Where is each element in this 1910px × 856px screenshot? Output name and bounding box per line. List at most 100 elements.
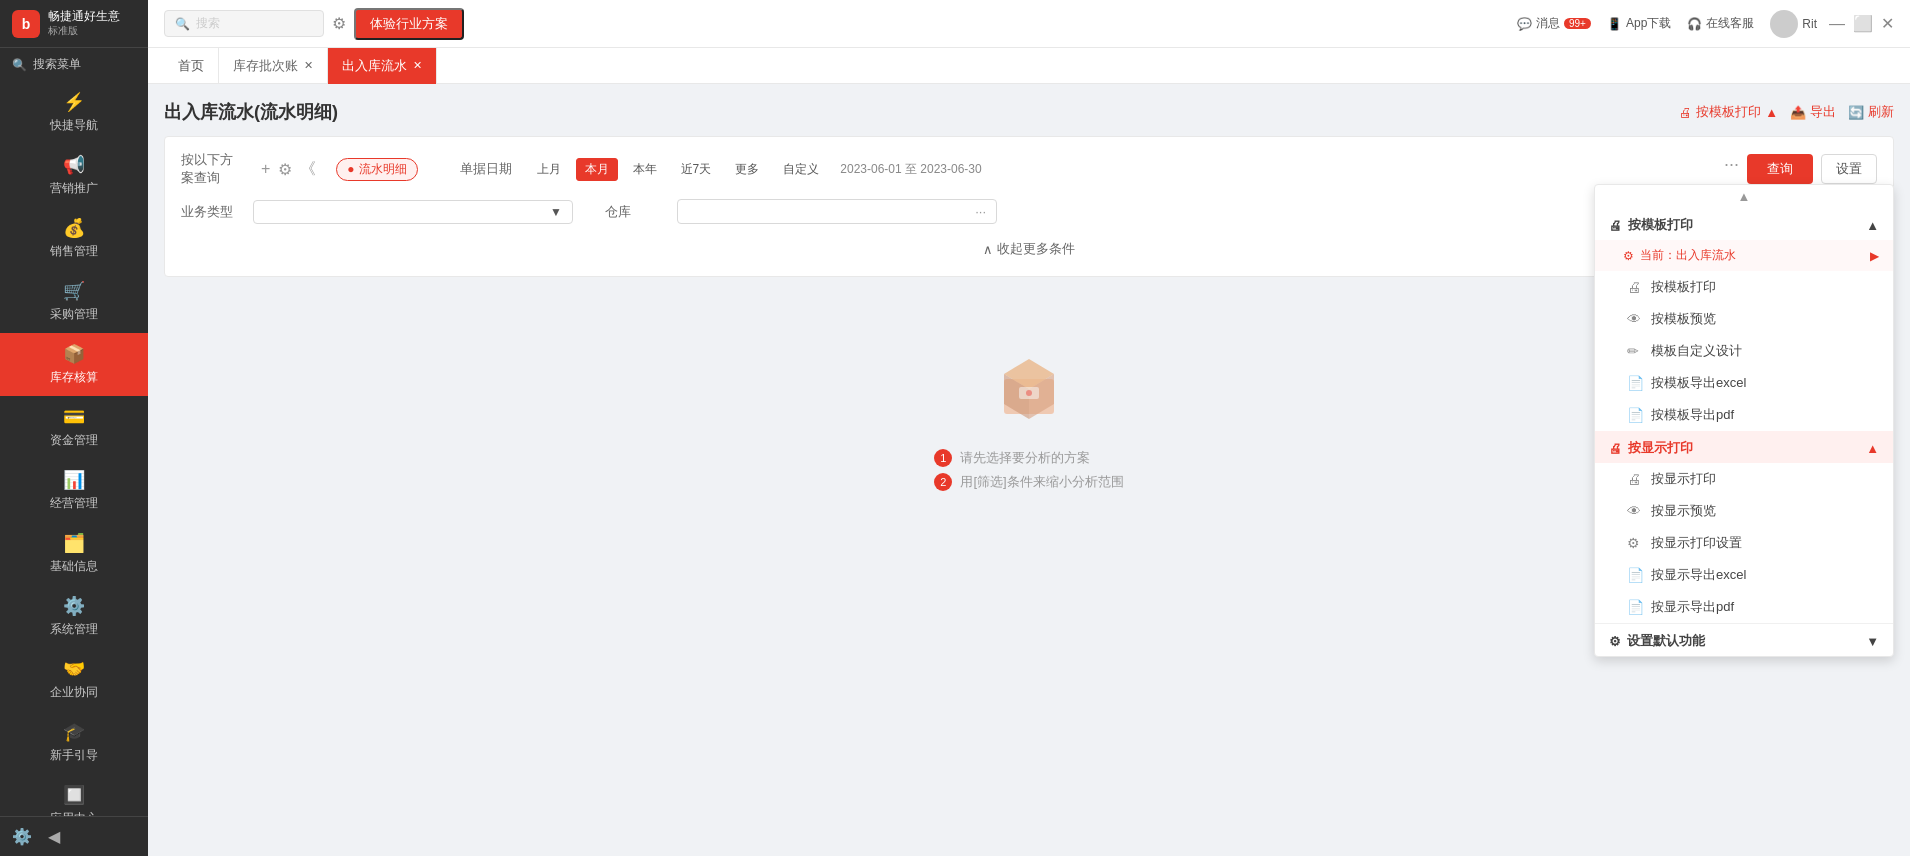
dropdown-item-display-print[interactable]: 🖨 按显示打印 [1595, 463, 1893, 495]
empty-state-icon [989, 349, 1069, 429]
query-button[interactable]: 查询 [1747, 154, 1813, 184]
sidebar-item-inventory[interactable]: 📦 库存核算 [0, 333, 148, 396]
panel-scroll-up[interactable]: ▲ [1595, 185, 1893, 208]
sidebar-nav: ⚡ 快捷导航 📢 营销推广 💰 销售管理 🛒 采购管理 📦 库存核算 💳 资金管… [0, 81, 148, 816]
minimize-button[interactable]: — [1829, 15, 1845, 33]
purchase-icon: 🛒 [63, 280, 85, 302]
sidebar-item-marketing[interactable]: 📢 营销推广 [0, 144, 148, 207]
template-excel-icon: 📄 [1627, 375, 1643, 391]
dropdown-item-template-print[interactable]: 🖨 按模板打印 [1595, 271, 1893, 303]
tab-home[interactable]: 首页 [164, 48, 219, 84]
filter-tags: ● 流水明细 [336, 158, 417, 181]
filter-row-1: 按以下方案查询 + ⚙ 《 ● 流水明细 单据日期 上月 本月 [181, 151, 1877, 187]
sidebar-item-finance[interactable]: 💳 资金管理 [0, 396, 148, 459]
dropdown-item-template-pdf[interactable]: 📄 按模板导出pdf [1595, 399, 1893, 431]
dropdown-item-display-excel[interactable]: 📄 按显示导出excel [1595, 559, 1893, 591]
finance-icon: 💳 [63, 406, 85, 428]
date-btn-this-year[interactable]: 本年 [624, 158, 666, 181]
inventory-icon: 📦 [63, 343, 85, 365]
user-avatar [1770, 10, 1798, 38]
template-preview-icon: 👁 [1627, 311, 1643, 327]
biz-type-select[interactable]: ▼ [253, 200, 573, 224]
dropdown-item-template-preview[interactable]: 👁 按模板预览 [1595, 303, 1893, 335]
warehouse-label: 仓库 [605, 203, 665, 221]
display-print-icon: 🖨 [1627, 471, 1643, 487]
display-print-section-header[interactable]: 🖨 按显示打印 ▲ [1595, 431, 1893, 463]
dropdown-item-display-pdf[interactable]: 📄 按显示导出pdf [1595, 591, 1893, 623]
display-preview-icon: 👁 [1627, 503, 1643, 519]
page-title: 出入库流水(流水明细) [164, 100, 338, 124]
default-function-section-header[interactable]: ⚙ 设置默认功能 ▼ [1595, 623, 1893, 656]
app-download-button[interactable]: 📱 App下载 [1607, 15, 1671, 32]
sidebar: b 畅捷通好生意 标准版 🔍 搜索菜单 ⚡ 快捷导航 📢 营销推广 💰 销售管理… [0, 0, 148, 856]
collapse-icon: ∧ [983, 242, 993, 257]
tab-batch-close[interactable]: ✕ [304, 59, 313, 72]
filter-add-button[interactable]: + [261, 160, 270, 178]
message-button[interactable]: 💬 消息 99+ [1517, 15, 1591, 32]
sidebar-item-purchase[interactable]: 🛒 采购管理 [0, 270, 148, 333]
settings-icon[interactable]: ⚙️ [12, 827, 32, 846]
template-section-icon: 🖨 [1609, 218, 1622, 233]
maximize-button[interactable]: ⬜ [1853, 14, 1873, 33]
sidebar-item-system[interactable]: ⚙️ 系统管理 [0, 585, 148, 648]
filter-tag-flow[interactable]: ● 流水明细 [336, 158, 417, 181]
date-filter: 上月 本月 本年 近7天 更多 自定义 2023-06-01 至 2023-06… [528, 158, 982, 181]
export-button[interactable]: 📤 导出 [1790, 103, 1836, 121]
collapse-sidebar-icon[interactable]: ◀ [48, 827, 60, 846]
download-icon: 📱 [1607, 17, 1622, 31]
close-window-button[interactable]: ✕ [1881, 14, 1894, 33]
date-btn-last-month[interactable]: 上月 [528, 158, 570, 181]
sidebar-item-collab[interactable]: 🤝 企业协同 [0, 648, 148, 711]
topbar-search-icon: 🔍 [175, 17, 190, 31]
print-icon: 🖨 [1679, 105, 1692, 120]
filter-settings-button[interactable]: ⚙ [278, 160, 292, 179]
sidebar-item-guide[interactable]: 🎓 新手引导 [0, 711, 148, 774]
date-btn-custom[interactable]: 自定义 [774, 158, 828, 181]
print-template-button[interactable]: 🖨 按模板打印 ▲ [1679, 103, 1778, 121]
settings-button[interactable]: 设置 [1821, 154, 1877, 184]
sidebar-item-quicknav[interactable]: ⚡ 快捷导航 [0, 81, 148, 144]
date-btn-7days[interactable]: 近7天 [672, 158, 721, 181]
tab-flow[interactable]: 出入库流水 ✕ [328, 48, 437, 84]
system-icon: ⚙️ [63, 595, 85, 617]
sidebar-item-sales[interactable]: 💰 销售管理 [0, 207, 148, 270]
template-print-section-header[interactable]: 🖨 按模板打印 ▲ [1595, 208, 1893, 240]
user-menu[interactable]: Rit [1770, 10, 1817, 38]
topbar-gear-icon[interactable]: ⚙ [332, 14, 346, 33]
default-function-icon: ⚙ [1609, 634, 1621, 649]
svg-point-5 [1026, 390, 1032, 396]
refresh-button[interactable]: 🔄 刷新 [1848, 103, 1894, 121]
filter-expand-button[interactable]: 《 [300, 159, 316, 180]
date-label: 单据日期 [460, 160, 520, 178]
online-service-button[interactable]: 🎧 在线客服 [1687, 15, 1754, 32]
dropdown-item-template-custom[interactable]: ✏ 模板自定义设计 [1595, 335, 1893, 367]
query-settings-buttons: ··· 查询 设置 [1724, 154, 1877, 184]
date-btn-this-month[interactable]: 本月 [576, 158, 618, 181]
sidebar-item-operations[interactable]: 📊 经营管理 [0, 459, 148, 522]
sidebar-search[interactable]: 🔍 搜索菜单 [0, 48, 148, 81]
tabbar: 首页 库存批次账 ✕ 出入库流水 ✕ [148, 48, 1910, 84]
date-range-display: 2023-06-01 至 2023-06-30 [840, 161, 981, 178]
template-section-arrow: ▲ [1866, 218, 1879, 233]
promo-button[interactable]: 体验行业方案 [354, 8, 464, 40]
app-logo-text: 畅捷通好生意 标准版 [48, 9, 120, 39]
sidebar-bottom: ⚙️ ◀ [0, 816, 148, 856]
filter-scheme-label: 按以下方案查询 [181, 151, 241, 187]
dropdown-item-template-excel[interactable]: 📄 按模板导出excel [1595, 367, 1893, 399]
warehouse-more-button[interactable]: ··· [975, 204, 986, 219]
dropdown-item-display-settings[interactable]: ⚙ 按显示打印设置 [1595, 527, 1893, 559]
sidebar-item-apps[interactable]: 🔲 应用中心 [0, 774, 148, 816]
more-options-icon[interactable]: ··· [1724, 154, 1739, 184]
tab-flow-close[interactable]: ✕ [413, 59, 422, 72]
date-btn-more[interactable]: 更多 [726, 158, 768, 181]
warehouse-filter: ··· [677, 199, 997, 224]
template-pdf-icon: 📄 [1627, 407, 1643, 423]
display-excel-icon: 📄 [1627, 567, 1643, 583]
page-actions: 🖨 按模板打印 ▲ 📤 导出 🔄 刷新 [1679, 103, 1894, 121]
topbar-search[interactable]: 🔍 搜索 [164, 10, 324, 37]
biz-type-chevron-icon: ▼ [550, 205, 562, 219]
tab-batch[interactable]: 库存批次账 ✕ [219, 48, 328, 84]
dropdown-item-display-preview[interactable]: 👁 按显示预览 [1595, 495, 1893, 527]
current-template-item[interactable]: ⚙ 当前：出入库流水 ▶ [1595, 240, 1893, 271]
sidebar-item-basic[interactable]: 🗂️ 基础信息 [0, 522, 148, 585]
